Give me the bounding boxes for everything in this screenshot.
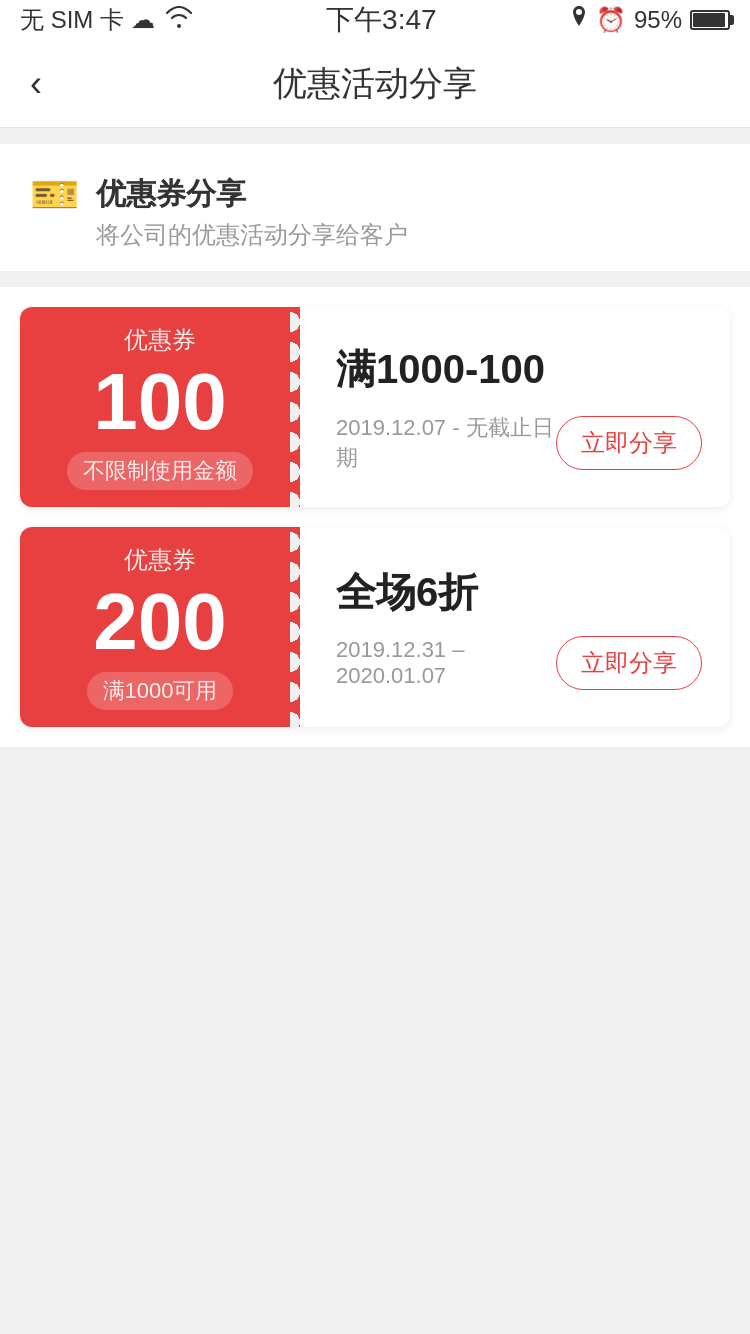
status-right: ⏰ 95% xyxy=(570,6,730,34)
section-subtitle: 将公司的优惠活动分享给客户 xyxy=(96,219,408,251)
section-header: 🎫 优惠券分享 将公司的优惠活动分享给客户 xyxy=(0,144,750,271)
coupon-left-1: 优惠券 100 不限制使用金额 xyxy=(20,307,300,507)
battery-icon xyxy=(690,10,730,30)
section-text: 优惠券分享 将公司的优惠活动分享给客户 xyxy=(96,174,408,251)
coupon-right-2: 全场6折 2019.12.31 – 2020.01.07 立即分享 xyxy=(300,527,730,727)
wifi-icon xyxy=(165,6,193,34)
section-title: 优惠券分享 xyxy=(96,174,408,215)
share-button-1[interactable]: 立即分享 xyxy=(556,416,702,470)
coupon-amount-1: 100 xyxy=(93,362,226,442)
status-time: 下午3:47 xyxy=(326,1,437,39)
coupon-right-1: 满1000-100 2019.12.07 - 无截止日期 立即分享 xyxy=(300,307,730,507)
coupon-meta-1: 2019.12.07 - 无截止日期 立即分享 xyxy=(336,413,702,473)
status-left: 无 SIM 卡 ☁ xyxy=(20,4,193,36)
coupon-card-1: 优惠券 100 不限制使用金额 满1000-100 2019.12.07 - 无… xyxy=(20,307,730,507)
coupon-share-icon: 🎫 xyxy=(30,174,80,214)
coupon-card-2: 优惠券 200 满1000可用 全场6折 2019.12.31 – 2020.0… xyxy=(20,527,730,727)
coupon-condition-1: 不限制使用金额 xyxy=(67,452,253,490)
sim-status: 无 SIM 卡 ☁ xyxy=(20,4,155,36)
share-button-2[interactable]: 立即分享 xyxy=(556,636,702,690)
coupon-name-2: 全场6折 xyxy=(336,565,702,620)
coupon-list: 优惠券 100 不限制使用金额 满1000-100 2019.12.07 - 无… xyxy=(0,287,750,747)
bottom-area xyxy=(0,747,750,1334)
nav-bar: ‹ 优惠活动分享 xyxy=(0,40,750,128)
coupon-name-1: 满1000-100 xyxy=(336,342,702,397)
battery-percent: 95% xyxy=(634,6,682,34)
page-title: 优惠活动分享 xyxy=(273,61,477,107)
back-button[interactable]: ‹ xyxy=(30,63,42,105)
coupon-amount-2: 200 xyxy=(93,582,226,662)
coupon-label-1: 优惠券 xyxy=(124,324,196,356)
coupon-condition-2: 满1000可用 xyxy=(87,672,234,710)
status-bar: 无 SIM 卡 ☁ 下午3:47 ⏰ 95% xyxy=(0,0,750,40)
coupon-left-2: 优惠券 200 满1000可用 xyxy=(20,527,300,727)
coupon-label-2: 优惠券 xyxy=(124,544,196,576)
alarm-icon: ⏰ xyxy=(596,6,626,34)
coupon-meta-2: 2019.12.31 – 2020.01.07 立即分享 xyxy=(336,636,702,690)
coupon-date-1: 2019.12.07 - 无截止日期 xyxy=(336,413,556,473)
coupon-date-2: 2019.12.31 – 2020.01.07 xyxy=(336,637,556,689)
location-icon xyxy=(570,6,588,34)
